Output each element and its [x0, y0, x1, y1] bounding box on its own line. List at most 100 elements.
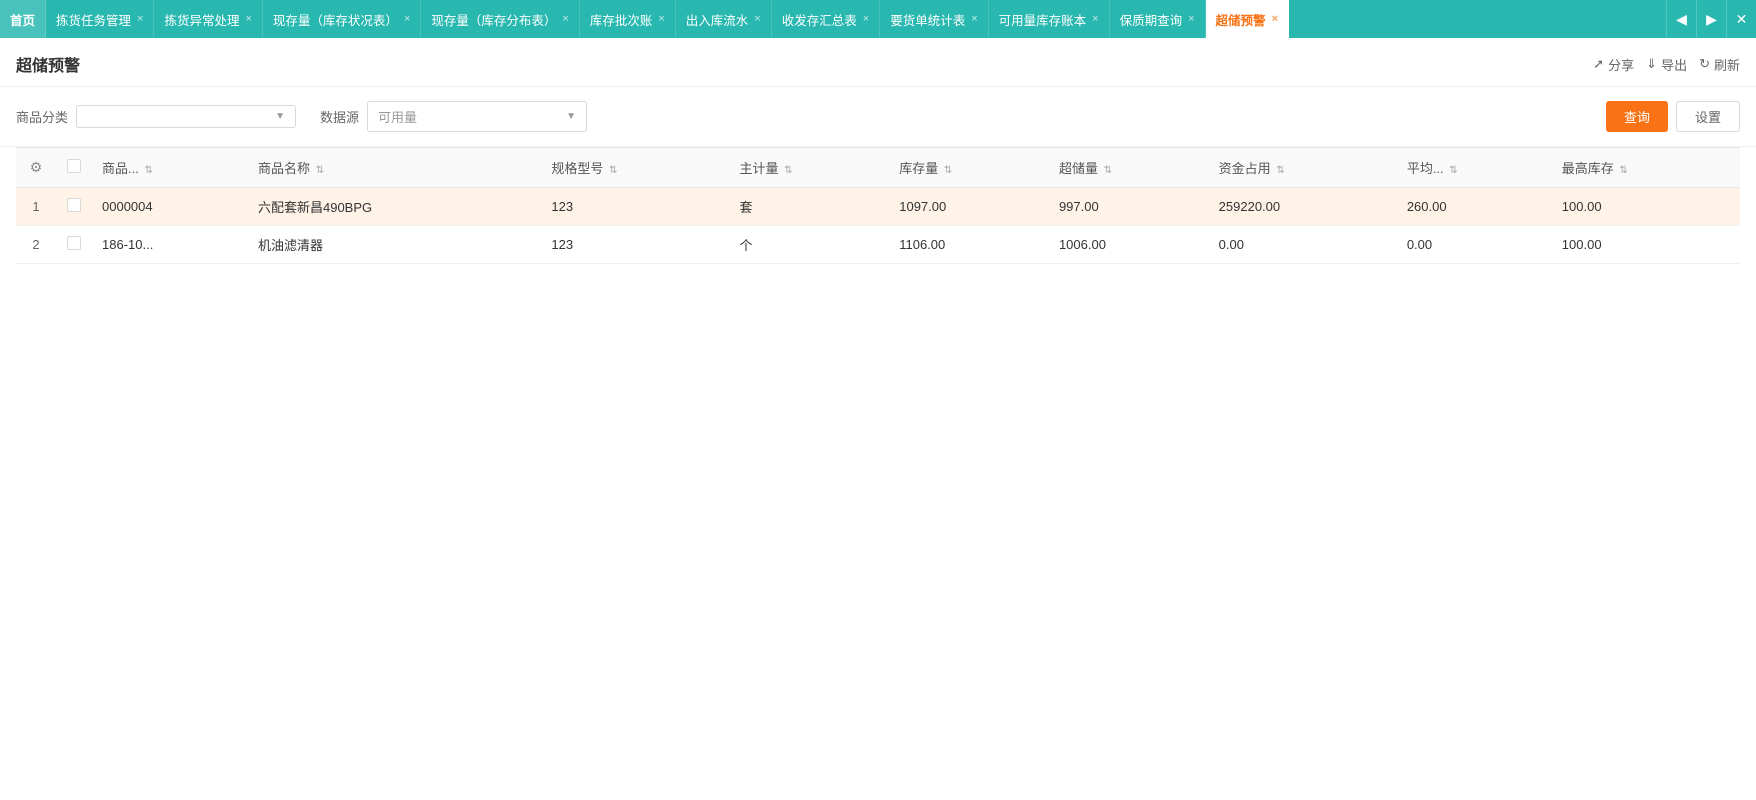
- nav-item-abnormal[interactable]: 拣货异常处理 ×: [154, 0, 262, 38]
- row-max: 100.00: [1552, 188, 1740, 226]
- row-unit: 套: [730, 188, 890, 226]
- top-navigation: 首页 拣货任务管理 × 拣货异常处理 × 现存量（库存状况表） × 现存量（库存…: [0, 0, 1756, 38]
- set-button[interactable]: 设置: [1676, 101, 1740, 132]
- nav-item-stock-status[interactable]: 现存量（库存状况表） ×: [263, 0, 421, 38]
- filter-goods-category: 商品分类 ▼: [16, 105, 296, 128]
- export-icon: ⇓: [1646, 56, 1657, 72]
- sort-spec-icon[interactable]: ⇅: [609, 165, 617, 176]
- nav-prev-button[interactable]: ◀: [1666, 0, 1696, 38]
- data-source-value: 可用量: [378, 107, 417, 126]
- nav-item-task[interactable]: 拣货任务管理 ×: [46, 0, 154, 38]
- row-stock: 1106.00: [889, 226, 1049, 264]
- gear-settings-icon[interactable]: ⚙: [30, 159, 43, 175]
- row-avg: 0.00: [1397, 226, 1552, 264]
- nav-item-stock-dist[interactable]: 现存量（库存分布表） ×: [421, 0, 579, 38]
- close-overstock-icon[interactable]: ×: [1272, 13, 1278, 25]
- table-row[interactable]: 2 186-10... 机油滤清器 123 个 1106.00 1006.00 …: [16, 226, 1740, 264]
- close-avail-icon[interactable]: ×: [1092, 13, 1098, 25]
- nav-item-requisition[interactable]: 要货单统计表 ×: [880, 0, 988, 38]
- close-batch-icon[interactable]: ×: [658, 13, 664, 25]
- col-header-goods-code[interactable]: 商品... ⇅: [92, 148, 248, 188]
- sort-max-icon[interactable]: ⇅: [1619, 165, 1627, 176]
- sort-stock-icon[interactable]: ⇅: [944, 165, 952, 176]
- data-source-label: 数据源: [320, 107, 359, 126]
- row-spec: 123: [541, 188, 729, 226]
- page-title: 超储预警: [16, 52, 80, 76]
- row-avg: 260.00: [1397, 188, 1552, 226]
- table-row[interactable]: 1 0000004 六配套新昌490BPG 123 套 1097.00 997.…: [16, 188, 1740, 226]
- filter-actions: 查询 设置: [1606, 101, 1740, 132]
- close-inout-icon[interactable]: ×: [754, 13, 760, 25]
- close-task-icon[interactable]: ×: [137, 13, 143, 25]
- row-max: 100.00: [1552, 226, 1740, 264]
- nav-item-overstock[interactable]: 超储预警 ×: [1206, 0, 1289, 38]
- sort-goods-code-icon[interactable]: ⇅: [144, 165, 152, 176]
- row-unit: 个: [730, 226, 890, 264]
- row-check-cell: [56, 188, 92, 226]
- col-header-capital[interactable]: 资金占用 ⇅: [1209, 148, 1397, 188]
- data-source-select[interactable]: 可用量 ▼: [367, 101, 587, 132]
- nav-next-button[interactable]: ▶: [1696, 0, 1726, 38]
- col-header-gear[interactable]: ⚙: [16, 148, 56, 188]
- goods-category-select[interactable]: ▼: [76, 105, 296, 128]
- query-button[interactable]: 查询: [1606, 101, 1668, 132]
- row-index: 2: [16, 226, 56, 264]
- row-checkbox[interactable]: [67, 236, 81, 250]
- col-header-max[interactable]: 最高库存 ⇅: [1552, 148, 1740, 188]
- col-header-stock[interactable]: 库存量 ⇅: [889, 148, 1049, 188]
- nav-item-inout[interactable]: 出入库流水 ×: [676, 0, 772, 38]
- goods-category-label: 商品分类: [16, 107, 68, 126]
- export-button[interactable]: ⇓ 导出: [1646, 55, 1687, 74]
- data-source-chevron-icon: ▼: [566, 111, 576, 122]
- col-header-over[interactable]: 超储量 ⇅: [1049, 148, 1209, 188]
- close-requisition-icon[interactable]: ×: [971, 13, 977, 25]
- filter-data-source: 数据源 可用量 ▼: [320, 101, 587, 132]
- share-icon: ➚: [1593, 56, 1604, 72]
- row-spec: 123: [541, 226, 729, 264]
- refresh-button[interactable]: ↻ 刷新: [1699, 55, 1740, 74]
- goods-category-chevron-icon: ▼: [275, 111, 285, 122]
- close-stock-dist-icon[interactable]: ×: [562, 13, 568, 25]
- row-checkbox[interactable]: [67, 198, 81, 212]
- close-stock-status-icon[interactable]: ×: [404, 13, 410, 25]
- row-stock: 1097.00: [889, 188, 1049, 226]
- nav-close-all-button[interactable]: ✕: [1726, 0, 1756, 38]
- close-quality-icon[interactable]: ×: [1188, 13, 1194, 25]
- nav-item-batch[interactable]: 库存批次账 ×: [580, 0, 676, 38]
- nav-item-home[interactable]: 首页: [0, 0, 46, 38]
- row-capital: 0.00: [1209, 226, 1397, 264]
- header-checkbox[interactable]: [67, 159, 81, 173]
- share-button[interactable]: ➚ 分享: [1593, 55, 1634, 74]
- col-header-avg[interactable]: 平均... ⇅: [1397, 148, 1552, 188]
- page-content: 超储预警 ➚ 分享 ⇓ 导出 ↻ 刷新 商品分类 ▼ 数据源: [0, 38, 1756, 800]
- refresh-icon: ↻: [1699, 56, 1710, 72]
- row-over: 997.00: [1049, 188, 1209, 226]
- col-header-check: [56, 148, 92, 188]
- row-goods-name: 六配套新昌490BPG: [248, 188, 541, 226]
- close-abnormal-icon[interactable]: ×: [245, 13, 251, 25]
- row-over: 1006.00: [1049, 226, 1209, 264]
- nav-item-quality[interactable]: 保质期查询 ×: [1110, 0, 1206, 38]
- data-table: ⚙ 商品... ⇅ 商品名称 ⇅: [16, 147, 1740, 264]
- sort-avg-icon[interactable]: ⇅: [1449, 165, 1457, 176]
- sort-goods-name-icon[interactable]: ⇅: [316, 165, 324, 176]
- table-body: 1 0000004 六配套新昌490BPG 123 套 1097.00 997.…: [16, 188, 1740, 264]
- row-goods-code: 186-10...: [92, 226, 248, 264]
- nav-item-avail[interactable]: 可用量库存账本 ×: [989, 0, 1110, 38]
- col-header-spec[interactable]: 规格型号 ⇅: [541, 148, 729, 188]
- page-actions: ➚ 分享 ⇓ 导出 ↻ 刷新: [1593, 55, 1740, 74]
- row-index: 1: [16, 188, 56, 226]
- sort-unit-icon[interactable]: ⇅: [784, 165, 792, 176]
- row-goods-name: 机油滤清器: [248, 226, 541, 264]
- sort-capital-icon[interactable]: ⇅: [1276, 165, 1284, 176]
- row-capital: 259220.00: [1209, 188, 1397, 226]
- nav-item-collect[interactable]: 收发存汇总表 ×: [772, 0, 880, 38]
- close-collect-icon[interactable]: ×: [863, 13, 869, 25]
- data-table-wrap: ⚙ 商品... ⇅ 商品名称 ⇅: [0, 147, 1756, 264]
- filter-bar: 商品分类 ▼ 数据源 可用量 ▼ 查询 设置: [0, 87, 1756, 147]
- col-header-unit[interactable]: 主计量 ⇅: [730, 148, 890, 188]
- page-header: 超储预警 ➚ 分享 ⇓ 导出 ↻ 刷新: [0, 38, 1756, 87]
- table-header-row: ⚙ 商品... ⇅ 商品名称 ⇅: [16, 148, 1740, 188]
- col-header-goods-name[interactable]: 商品名称 ⇅: [248, 148, 541, 188]
- sort-over-icon[interactable]: ⇅: [1104, 165, 1112, 176]
